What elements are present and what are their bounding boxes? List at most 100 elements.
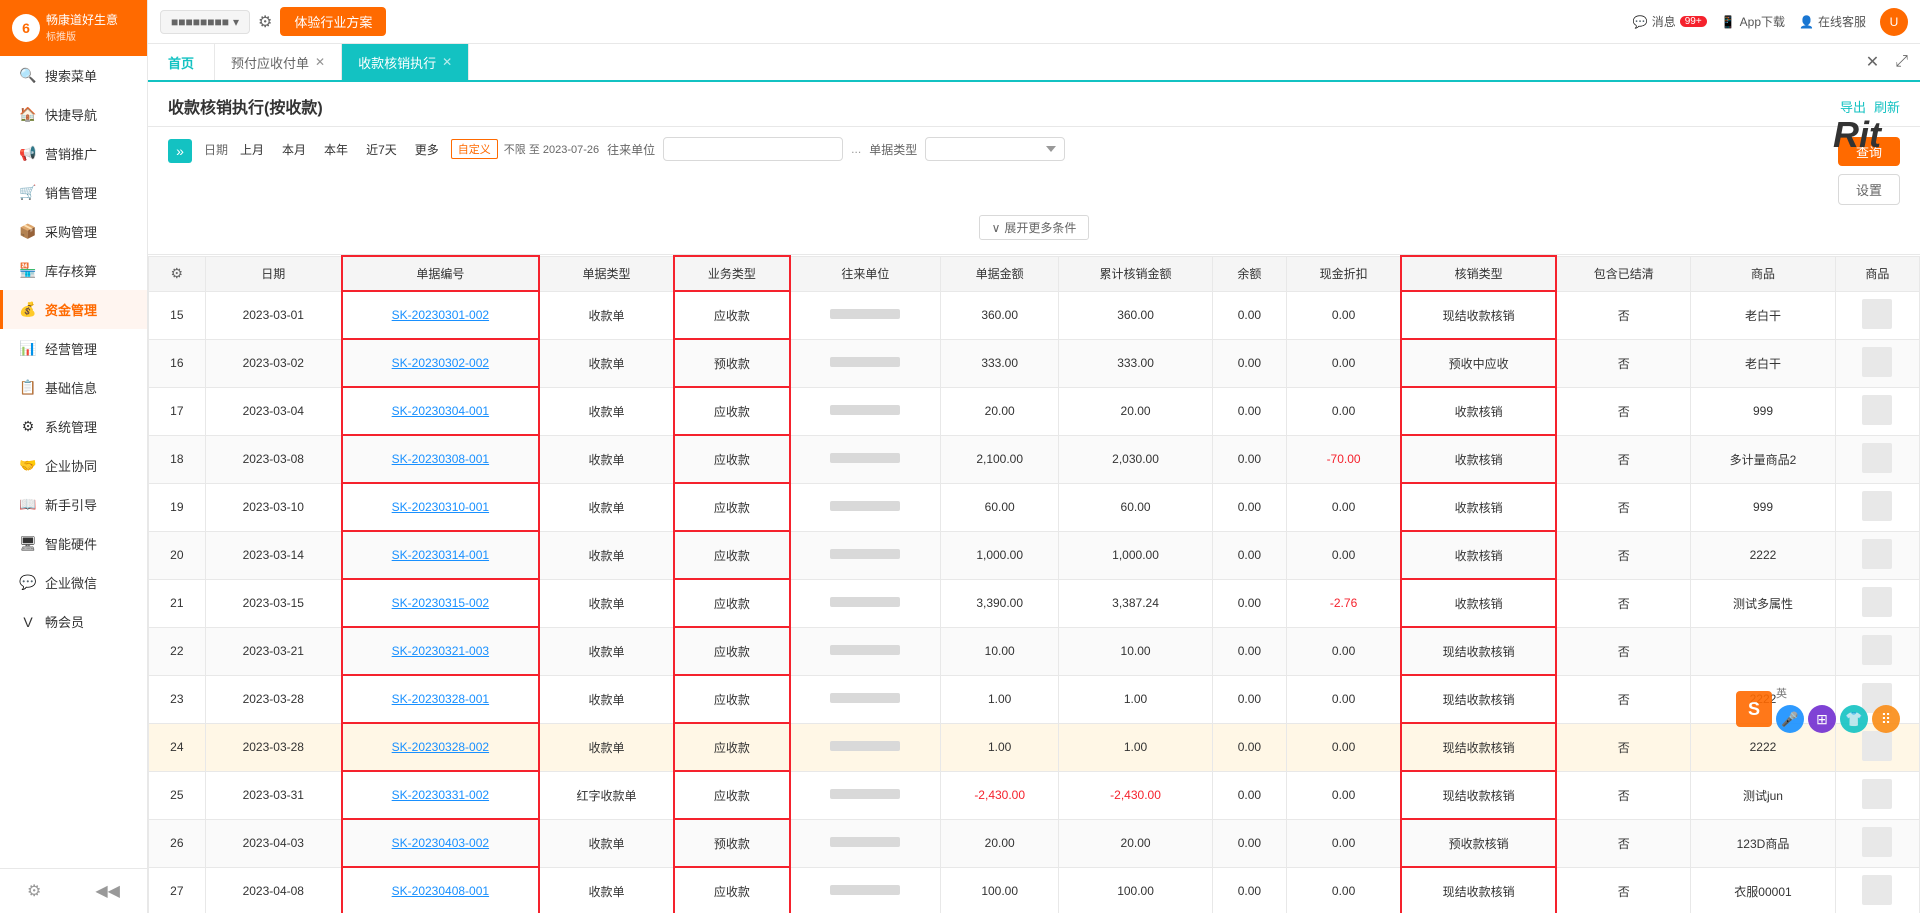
row-amount: 3,390.00: [941, 579, 1059, 627]
tab-close-all-icon[interactable]: ✕: [1862, 50, 1883, 74]
sidebar-icon-search: 🔍: [19, 67, 37, 84]
row-writeoff-type: 收款核销: [1401, 531, 1556, 579]
sidebar-item-purchase[interactable]: 📦采购管理: [0, 212, 147, 251]
refresh-button[interactable]: 刷新: [1874, 97, 1900, 116]
sidebar-collapse-icon[interactable]: ◀◀: [87, 877, 128, 905]
row-biz-type: 应收款: [674, 723, 789, 771]
th-settings[interactable]: ⚙: [149, 256, 206, 291]
row-biz-type: 预收款: [674, 339, 789, 387]
sidebar-item-quick-nav[interactable]: 🏠快捷导航: [0, 95, 147, 134]
sidebar-item-search[interactable]: 🔍 搜索菜单: [0, 56, 147, 95]
sidebar-label-corp: 企业协同: [45, 456, 97, 475]
shirt-icon[interactable]: 👕: [1840, 705, 1868, 733]
row-bill-type: 收款单: [539, 819, 674, 867]
apps-icon[interactable]: ⠿: [1872, 705, 1900, 733]
tab-writeoff-close-icon[interactable]: ✕: [442, 55, 452, 69]
table-row: 24 2023-03-28 SK-20230328-002 收款单 应收款 1.…: [149, 723, 1920, 771]
row-goods2: [1835, 435, 1919, 483]
row-bill-no[interactable]: SK-20230302-002: [342, 339, 539, 387]
messages-item[interactable]: 💬 消息 99+: [1633, 13, 1707, 30]
sidebar-item-sales[interactable]: 🛒销售管理: [0, 173, 147, 212]
row-bill-no[interactable]: SK-20230304-001: [342, 387, 539, 435]
tab-expand-icon[interactable]: ⤢: [1891, 51, 1912, 73]
topbar-brand[interactable]: ■■■■■■■■ ▾: [160, 10, 250, 34]
row-bill-no[interactable]: SK-20230331-002: [342, 771, 539, 819]
sidebar-settings-icon[interactable]: ⚙: [19, 877, 49, 905]
th-bill-no: 单据编号: [342, 256, 539, 291]
sidebar-item-hardware[interactable]: 🖥智能硬件: [0, 524, 147, 563]
row-discount: 0.00: [1287, 531, 1402, 579]
industry-solution-button[interactable]: 体验行业方案: [280, 7, 386, 36]
row-bill-no[interactable]: SK-20230321-003: [342, 627, 539, 675]
row-bill-no[interactable]: SK-20230301-002: [342, 291, 539, 339]
rit-overlay-text: Rit: [1833, 114, 1881, 156]
th-goods1: 商品: [1691, 256, 1836, 291]
sidebar-label-search: 搜索菜单: [45, 66, 97, 85]
sidebar-label-system: 系统管理: [45, 417, 97, 436]
row-bill-type: 收款单: [539, 627, 674, 675]
sidebar-item-finance[interactable]: 💰资金管理: [0, 290, 147, 329]
th-balance: 余额: [1212, 256, 1286, 291]
partner-input[interactable]: [663, 137, 843, 161]
row-balance: 0.00: [1212, 627, 1286, 675]
tab-writeoff[interactable]: 收款核销执行 ✕: [342, 44, 469, 80]
sidebar-item-corp[interactable]: 🤝企业协同: [0, 446, 147, 485]
row-writeoff-type: 现结收款核销: [1401, 675, 1556, 723]
sidebar-icon-quick-nav: 🏠: [19, 106, 37, 123]
th-goods2: 商品: [1835, 256, 1919, 291]
row-bill-no[interactable]: SK-20230314-001: [342, 531, 539, 579]
mic-icon[interactable]: 🎤: [1776, 705, 1804, 733]
online-service-item[interactable]: 👤 在线客服: [1799, 13, 1866, 30]
bill-type-select[interactable]: [925, 137, 1065, 161]
row-bill-no[interactable]: SK-20230328-002: [342, 723, 539, 771]
grid-icon[interactable]: ⊞: [1808, 705, 1836, 733]
row-bill-no[interactable]: SK-20230408-001: [342, 867, 539, 913]
sidebar-label-member: 畅会员: [45, 612, 84, 631]
row-balance: 0.00: [1212, 819, 1286, 867]
filter-area: » 日期 上月 本月 本年 近7天 更多 自定义 不限 至 2023-07-26…: [148, 127, 1920, 255]
last-month-btn[interactable]: 上月: [234, 139, 270, 160]
row-bill-no[interactable]: SK-20230308-001: [342, 435, 539, 483]
row-bill-no[interactable]: SK-20230403-002: [342, 819, 539, 867]
row-bill-no[interactable]: SK-20230328-001: [342, 675, 539, 723]
row-bill-type: 收款单: [539, 867, 674, 913]
topbar-gear-icon[interactable]: ⚙: [258, 12, 272, 32]
more-date-btn[interactable]: 更多: [409, 139, 445, 160]
row-discount: 0.00: [1287, 339, 1402, 387]
sidebar-item-marketing[interactable]: 📢营销推广: [0, 134, 147, 173]
table-gear-icon[interactable]: ⚙: [171, 265, 184, 281]
row-biz-type: 应收款: [674, 579, 789, 627]
tab-prepay-close-icon[interactable]: ✕: [315, 55, 325, 69]
user-avatar[interactable]: U: [1880, 8, 1908, 36]
expand-more-conditions-button[interactable]: ∨ 展开更多条件: [979, 215, 1090, 240]
filter-expand-button[interactable]: »: [168, 139, 192, 163]
last-7days-btn[interactable]: 近7天: [360, 139, 403, 160]
this-year-btn[interactable]: 本年: [318, 139, 354, 160]
setting-button[interactable]: 设置: [1838, 174, 1900, 205]
tab-home[interactable]: 首页: [148, 44, 215, 80]
custom-date-btn[interactable]: 自定义: [451, 139, 498, 159]
row-bill-no[interactable]: SK-20230310-001: [342, 483, 539, 531]
sidebar-item-system[interactable]: ⚙系统管理: [0, 407, 147, 446]
sidebar-icon-guide: 📖: [19, 496, 37, 513]
brand-name: ■■■■■■■■: [171, 15, 229, 29]
sidebar-item-wechat[interactable]: 💬企业微信: [0, 563, 147, 602]
tab-prepay[interactable]: 预付应收付单 ✕: [215, 44, 342, 80]
phone-icon: 📱: [1721, 15, 1736, 29]
sidebar-item-member[interactable]: V畅会员: [0, 602, 147, 641]
row-biz-type: 应收款: [674, 387, 789, 435]
sidebar-item-guide[interactable]: 📖新手引导: [0, 485, 147, 524]
row-writeoff-type: 现结收款核销: [1401, 627, 1556, 675]
row-num: 17: [149, 387, 206, 435]
date-filter-label: 日期: [204, 141, 228, 158]
tab-prepay-label: 预付应收付单: [231, 53, 309, 72]
export-button[interactable]: 导出: [1840, 97, 1866, 116]
table-row: 27 2023-04-08 SK-20230408-001 收款单 应收款 10…: [149, 867, 1920, 913]
sidebar-item-basic[interactable]: 📋基础信息: [0, 368, 147, 407]
sidebar-item-business[interactable]: 📊经营管理: [0, 329, 147, 368]
app-download-item[interactable]: 📱 App下载: [1721, 13, 1785, 30]
row-balance: 0.00: [1212, 579, 1286, 627]
this-month-btn[interactable]: 本月: [276, 139, 312, 160]
sidebar-item-inventory[interactable]: 🏪库存核算: [0, 251, 147, 290]
row-bill-no[interactable]: SK-20230315-002: [342, 579, 539, 627]
